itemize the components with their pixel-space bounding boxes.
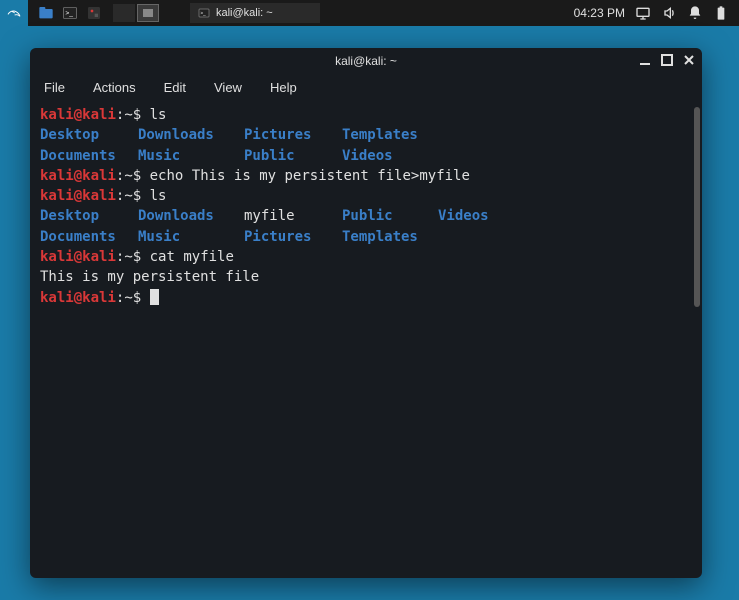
titlebar[interactable]: kali@kali: ~: [30, 48, 702, 74]
terminal-launcher-icon[interactable]: >_: [58, 0, 82, 26]
clock[interactable]: 04:23 PM: [574, 6, 625, 20]
taskbar-terminal-button[interactable]: >_ kali@kali: ~: [190, 3, 320, 23]
dir-music: Music: [138, 146, 244, 166]
dir-videos: Videos: [342, 148, 393, 164]
top-panel: >_ >_ kali@kali: ~ 04:23 PM: [0, 0, 739, 26]
cmd-ls-2: ls: [150, 188, 167, 204]
maximize-button[interactable]: [658, 51, 676, 69]
terminal-output[interactable]: kali@kali:~$ ls DesktopDownloadsPictures…: [30, 103, 702, 578]
cmd-ls-1: ls: [150, 107, 167, 123]
dir-desktop: Desktop: [40, 125, 138, 145]
minimize-button[interactable]: [636, 51, 654, 69]
prompt-dollar: $: [133, 107, 141, 123]
panel-left: >_ >_ kali@kali: ~: [0, 0, 320, 26]
workspace-1[interactable]: [113, 4, 135, 22]
volume-icon[interactable]: [661, 5, 677, 21]
scrollbar[interactable]: [694, 107, 700, 307]
dir-pictures2: Pictures: [244, 227, 342, 247]
dir-documents: Documents: [40, 146, 138, 166]
dir-downloads: Downloads: [138, 125, 244, 145]
dir-documents2: Documents: [40, 227, 138, 247]
dir-desktop2: Desktop: [40, 206, 138, 226]
dir-videos2: Videos: [438, 208, 489, 224]
dir-templates2: Templates: [342, 229, 418, 245]
dir-downloads2: Downloads: [138, 206, 244, 226]
prompt-cwd: ~: [124, 107, 132, 123]
close-button[interactable]: [680, 51, 698, 69]
cat-output: This is my persistent file: [40, 267, 694, 287]
menu-edit[interactable]: Edit: [160, 78, 198, 97]
menu-actions[interactable]: Actions: [89, 78, 148, 97]
kali-menu-icon[interactable]: [0, 0, 28, 26]
file-myfile: myfile: [244, 206, 342, 226]
cursor: [150, 289, 159, 305]
window-title: kali@kali: ~: [335, 54, 397, 68]
notifications-icon[interactable]: [687, 5, 703, 21]
prompt-host: kali: [82, 107, 116, 123]
app-launcher-icon[interactable]: [82, 0, 106, 26]
panel-right: 04:23 PM: [574, 5, 739, 21]
svg-text:>_: >_: [201, 11, 207, 16]
cmd-cat: cat myfile: [150, 249, 234, 265]
menu-view[interactable]: View: [210, 78, 254, 97]
dir-music2: Music: [138, 227, 244, 247]
dir-public2: Public: [342, 206, 438, 226]
display-icon[interactable]: [635, 5, 651, 21]
dir-pictures: Pictures: [244, 125, 342, 145]
workspace-2-active[interactable]: [137, 4, 159, 22]
terminal-window: kali@kali: ~ File Actions Edit View Help…: [30, 48, 702, 578]
cmd-echo: echo This is my persistent file>myfile: [150, 168, 470, 184]
menu-file[interactable]: File: [40, 78, 77, 97]
taskbar-label: kali@kali: ~: [216, 7, 273, 19]
menu-help[interactable]: Help: [266, 78, 309, 97]
window-controls: [636, 51, 698, 69]
dir-templates: Templates: [342, 127, 418, 143]
dir-public: Public: [244, 146, 342, 166]
files-icon[interactable]: [34, 0, 58, 26]
prompt-user: kali: [40, 107, 74, 123]
prompt-at: @: [74, 107, 82, 123]
svg-text:>_: >_: [65, 10, 73, 17]
power-icon[interactable]: [713, 5, 729, 21]
menubar: File Actions Edit View Help: [30, 74, 702, 103]
